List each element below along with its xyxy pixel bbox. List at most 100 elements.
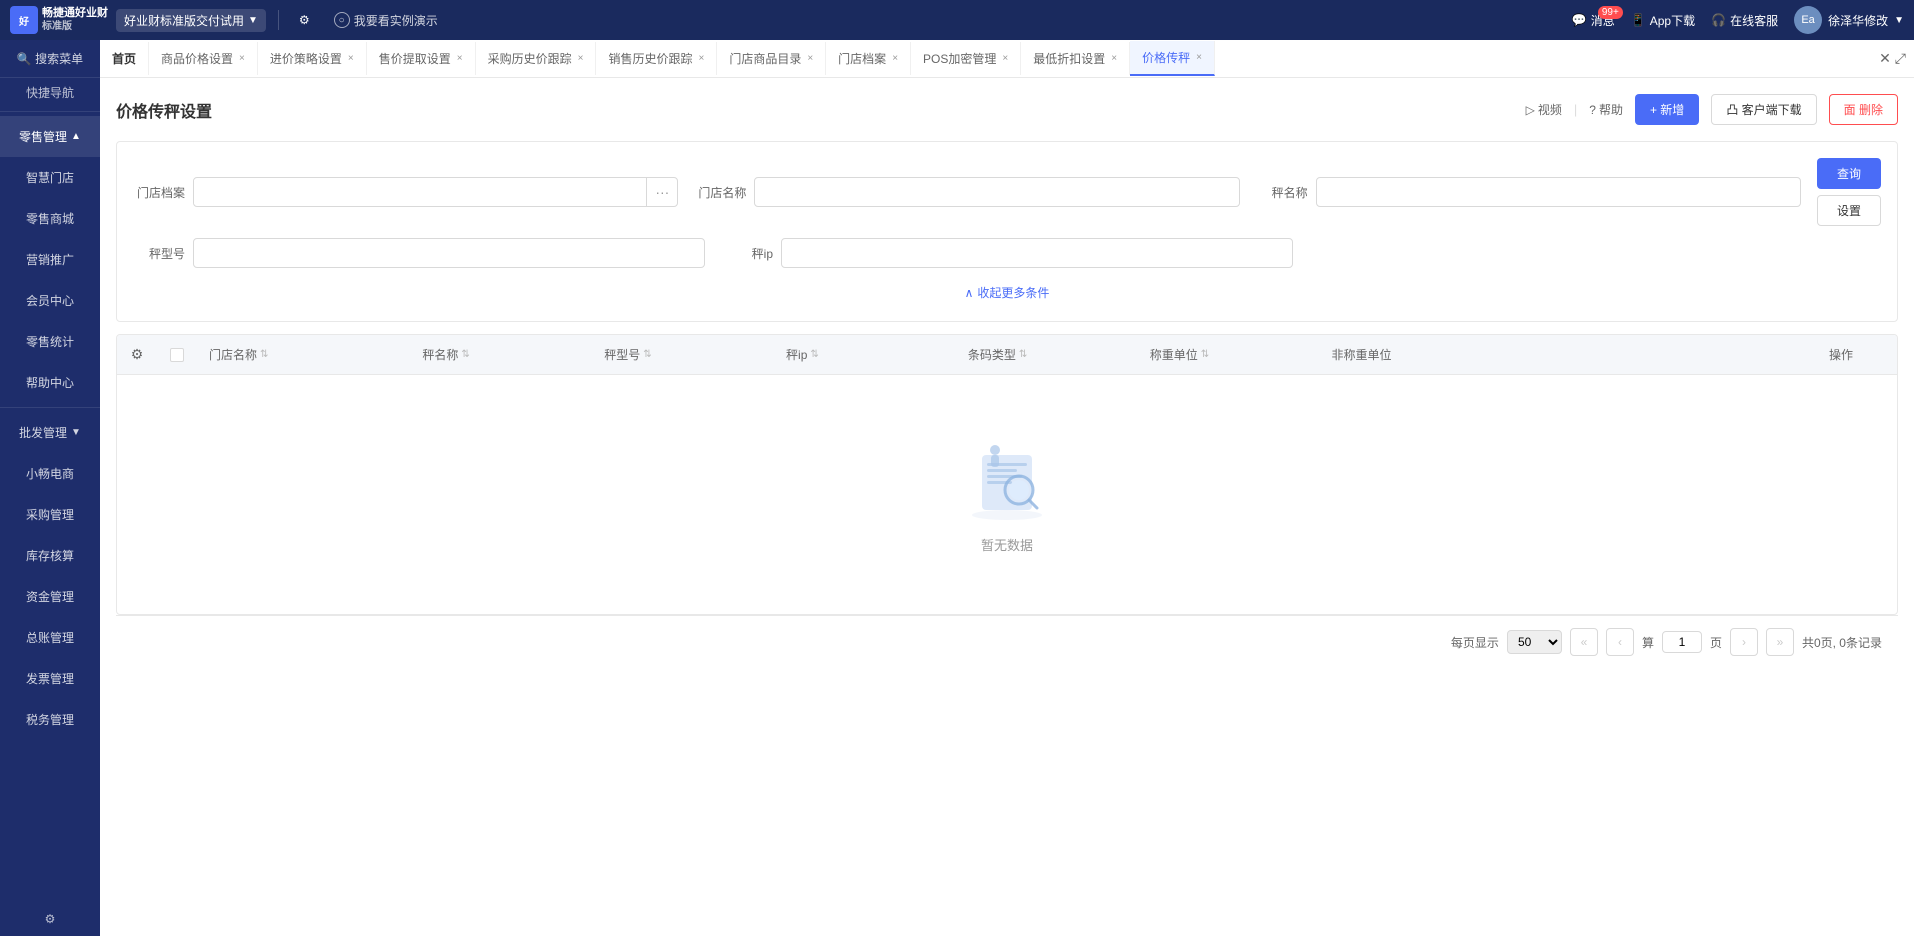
query-button[interactable]: 查询 (1817, 158, 1881, 189)
tab-cost-strategy[interactable]: 进价策略设置 × (258, 42, 367, 75)
tab-sell-extract-label: 售价提取设置 (379, 50, 451, 67)
store-archive-btn[interactable]: ··· (646, 178, 677, 206)
settings-form-button[interactable]: 设置 (1817, 195, 1881, 226)
scale-ip-input[interactable] (781, 238, 1293, 268)
user-name: 徐泽华修改 (1828, 12, 1888, 29)
sort-icon-scale-model[interactable]: ⇅ (643, 349, 651, 360)
video-link[interactable]: ▷ 视频 (1526, 101, 1562, 118)
tab-purchase-history-close[interactable]: × (578, 53, 584, 64)
help-icon: ? (1589, 103, 1596, 117)
tab-sell-extract-close[interactable]: × (457, 53, 463, 64)
sidebar-settings[interactable]: ⚙ (0, 902, 100, 936)
tab-store-catalog-close[interactable]: × (807, 53, 813, 64)
sidebar-item-smart-store[interactable]: 智慧门店 (0, 157, 100, 198)
th-barcode-type-label: 条码类型 (968, 346, 1016, 363)
help-link[interactable]: ? 帮助 (1589, 101, 1623, 118)
top-bar-right: 💬 消息 99+ 📱 App下载 🎧 在线客服 Ea 徐泽华修改 ▼ (1572, 6, 1904, 34)
product-select[interactable]: 好业财标准版交付试用 ▼ (116, 9, 266, 32)
close-all-icon[interactable]: ✕ (1879, 50, 1891, 67)
tab-price-settings-close[interactable]: × (239, 53, 245, 64)
tab-pos-encrypt-close[interactable]: × (1002, 53, 1008, 64)
sort-icon-store[interactable]: ⇅ (260, 349, 268, 360)
data-table: ⚙ 门店名称 ⇅ 秤名称 ⇅ 秤型号 ⇅ (116, 334, 1898, 615)
sidebar-item-retail-stats[interactable]: 零售统计 (0, 321, 100, 362)
tab-sales-history[interactable]: 销售历史价跟踪 × (596, 42, 717, 75)
app-download-btn[interactable]: 📱 App下载 (1631, 12, 1695, 29)
sort-icon-scale-name[interactable]: ⇅ (461, 349, 469, 360)
sidebar-item-retail-mall[interactable]: 零售商城 (0, 198, 100, 239)
user-menu[interactable]: Ea 徐泽华修改 ▼ (1794, 6, 1904, 34)
first-page-btn[interactable]: « (1570, 628, 1598, 656)
settings-btn[interactable]: ⚙ (291, 10, 318, 30)
arrow-up-icon: ▲ (71, 131, 81, 142)
th-scale-name-label: 秤名称 (422, 346, 458, 363)
sidebar-item-help[interactable]: 帮助中心 (0, 362, 100, 403)
tab-purchase-history[interactable]: 采购历史价跟踪 × (476, 42, 597, 75)
sidebar-item-inventory-label: 库存核算 (26, 547, 74, 564)
online-service-btn[interactable]: 🎧 在线客服 (1711, 12, 1778, 29)
sidebar-item-tax[interactable]: 税务管理 (0, 699, 100, 740)
tab-store-catalog[interactable]: 门店商品目录 × (717, 42, 826, 75)
collapse-button[interactable]: ∧ 收起更多条件 (965, 280, 1050, 305)
sidebar-item-purchase[interactable]: 采购管理 (0, 494, 100, 535)
th-settings[interactable]: ⚙ (117, 338, 157, 371)
sidebar: 🔍 搜索菜单 快捷导航 零售管理 ▲ 智慧门店 零售商城 营销推广 会员中心 零… (0, 40, 100, 936)
th-checkbox[interactable] (157, 340, 197, 370)
delete-button[interactable]: 面 删除 (1829, 94, 1898, 125)
sidebar-quick-nav[interactable]: 快捷导航 (0, 78, 100, 107)
sidebar-search[interactable]: 🔍 搜索菜单 (0, 40, 100, 78)
tab-home[interactable]: 首页 (100, 42, 149, 75)
divider (278, 10, 279, 30)
video-label: 视频 (1538, 101, 1562, 118)
page-size-select[interactable]: 50 10 20 100 (1507, 630, 1562, 654)
sidebar-item-wholesale[interactable]: 批发管理 ▼ (0, 412, 100, 453)
sort-icon-barcode[interactable]: ⇅ (1019, 349, 1027, 360)
sidebar-item-ledger[interactable]: 总账管理 (0, 617, 100, 658)
chevron-down-icon: ▼ (1894, 15, 1904, 26)
table-settings-icon[interactable]: ⚙ (131, 346, 144, 363)
demo-link[interactable]: ○ 我要看实例演示 (334, 12, 438, 29)
sidebar-item-finance[interactable]: 资金管理 (0, 576, 100, 617)
tab-cost-strategy-label: 进价策略设置 (270, 50, 342, 67)
expand-icon[interactable]: ⤢ (1895, 50, 1906, 67)
sort-icon-scale-ip[interactable]: ⇅ (810, 349, 818, 360)
th-store-name-label: 门店名称 (209, 346, 257, 363)
form-item-scale-ip: 秤ip (721, 238, 1293, 268)
sidebar-item-ecommerce[interactable]: 小畅电商 (0, 453, 100, 494)
sidebar-item-member[interactable]: 会员中心 (0, 280, 100, 321)
tab-store-archive-close[interactable]: × (892, 53, 898, 64)
tab-bar: 首页 商品价格设置 × 进价策略设置 × 售价提取设置 × 采购历史价跟踪 × … (100, 40, 1914, 78)
sidebar-item-invoice[interactable]: 发票管理 (0, 658, 100, 699)
last-page-btn[interactable]: » (1766, 628, 1794, 656)
tab-store-archive[interactable]: 门店档案 × (826, 42, 911, 75)
empty-text: 暂无数据 (981, 535, 1033, 554)
tab-sell-extract[interactable]: 售价提取设置 × (367, 42, 476, 75)
tab-price-settings[interactable]: 商品价格设置 × (149, 42, 258, 75)
next-page-btn[interactable]: › (1730, 628, 1758, 656)
tab-cost-strategy-close[interactable]: × (348, 53, 354, 64)
tab-min-discount-close[interactable]: × (1111, 53, 1117, 64)
store-name-input[interactable] (754, 177, 1239, 207)
page-input[interactable] (1662, 631, 1702, 653)
message-btn[interactable]: 💬 消息 99+ (1572, 12, 1615, 29)
settings-form-button-label: 设置 (1837, 202, 1861, 219)
tab-min-discount[interactable]: 最低折扣设置 × (1021, 42, 1130, 75)
tab-price-transfer[interactable]: 价格传秤 × (1130, 41, 1215, 76)
delete-button-label: 面 删除 (1844, 101, 1883, 118)
scale-name-input[interactable] (1316, 177, 1801, 207)
tab-price-transfer-close[interactable]: × (1196, 52, 1202, 63)
sidebar-item-marketing[interactable]: 营销推广 (0, 239, 100, 280)
scale-model-input[interactable] (193, 238, 705, 268)
tab-sales-history-close[interactable]: × (698, 53, 704, 64)
sidebar-item-inventory[interactable]: 库存核算 (0, 535, 100, 576)
th-weight-unit: 称重单位 ⇅ (1138, 338, 1320, 371)
select-all-checkbox[interactable] (170, 348, 184, 362)
sidebar-item-retail[interactable]: 零售管理 ▲ (0, 116, 100, 157)
store-archive-input[interactable] (194, 180, 646, 204)
prev-page-btn[interactable]: ‹ (1606, 628, 1634, 656)
sort-icon-weight[interactable]: ⇅ (1201, 349, 1209, 360)
sidebar-item-ecommerce-label: 小畅电商 (26, 465, 74, 482)
download-button[interactable]: 凸 客户端下载 (1711, 94, 1816, 125)
tab-pos-encrypt[interactable]: POS加密管理 × (911, 42, 1021, 75)
add-button[interactable]: + 新增 (1635, 94, 1699, 125)
